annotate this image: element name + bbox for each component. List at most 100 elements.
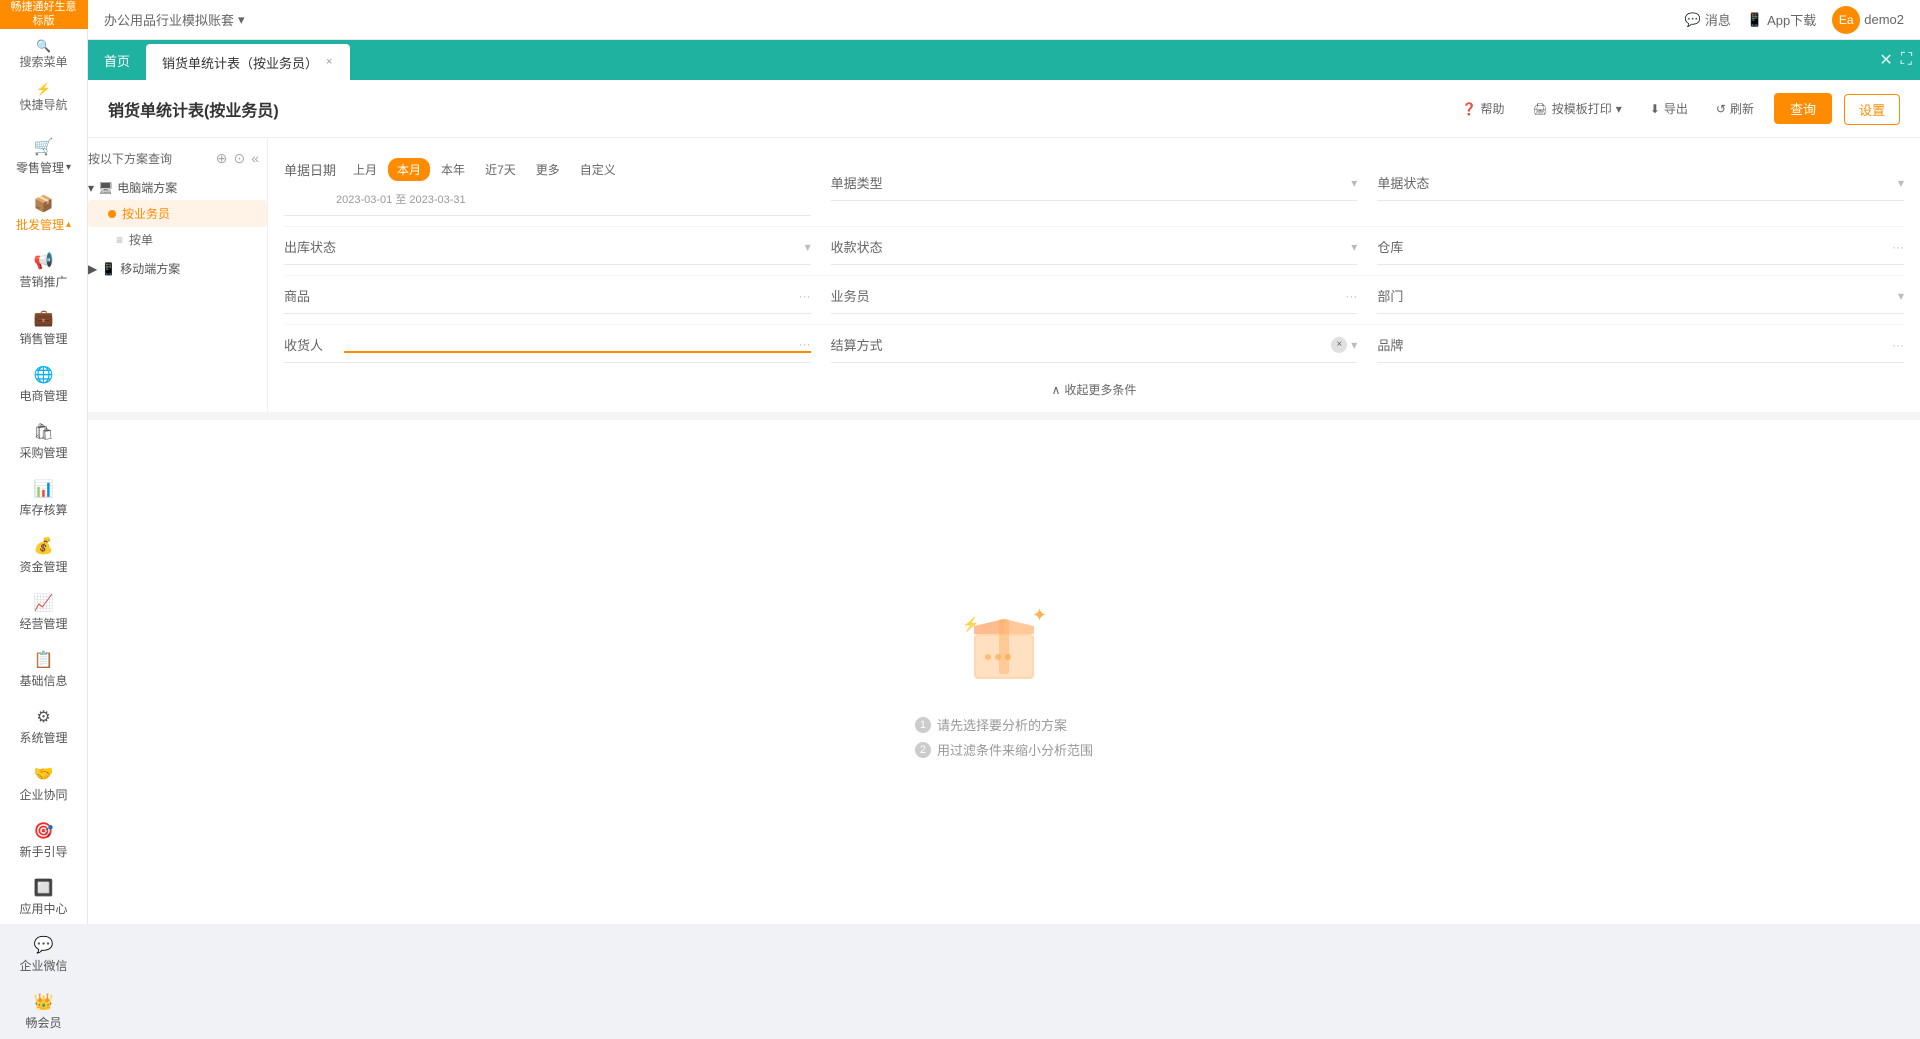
sidebar-marketing-label: 营销推广 bbox=[19, 273, 67, 290]
appstore-icon: 🔲 bbox=[34, 878, 54, 898]
collapse-filter-btn[interactable]: ∧ 收起更多条件 bbox=[1052, 375, 1137, 404]
message-label: 消息 bbox=[1705, 10, 1731, 29]
corpwx-icon: 💬 bbox=[34, 935, 54, 955]
settings-button[interactable]: 设置 bbox=[1844, 94, 1900, 125]
export-btn[interactable]: ⬇ 导出 bbox=[1642, 96, 1696, 121]
sidebar-item-wholesale[interactable]: 📦 批发管理 ▴ bbox=[0, 184, 87, 241]
goods-input[interactable]: ··· bbox=[344, 289, 811, 303]
app-download-btn[interactable]: 📱 App下载 bbox=[1747, 10, 1816, 29]
date-btn-last-month[interactable]: 上月 bbox=[344, 158, 386, 181]
scheme-item-by-order[interactable]: ≡ 按单 bbox=[88, 227, 267, 252]
doc-type-label: 单据类型 bbox=[831, 173, 883, 192]
scheme-mobile-group-title[interactable]: ▶ 📱 移动端方案 bbox=[88, 256, 267, 281]
goods-dots[interactable]: ··· bbox=[799, 289, 811, 303]
out-status-input[interactable]: ▾ bbox=[344, 240, 811, 254]
date-btn-more[interactable]: 更多 bbox=[527, 158, 569, 181]
user-profile[interactable]: Ea demo2 bbox=[1832, 6, 1904, 34]
sidebar-item-retail[interactable]: 🛒 零售管理 ▾ bbox=[0, 127, 87, 184]
warehouse-label: 仓库 bbox=[1377, 237, 1429, 256]
receiver-dots[interactable]: ··· bbox=[799, 337, 811, 351]
tab-close-all-icon[interactable]: ✕ bbox=[1879, 50, 1892, 70]
topbar-right: 💬 消息 📱 App下载 Ea demo2 bbox=[1685, 6, 1904, 34]
sidebar-item-appstore[interactable]: 🔲 应用中心 bbox=[0, 868, 87, 925]
avatar-text: Ea bbox=[1839, 13, 1854, 27]
sidebar-item-system[interactable]: ⚙ 系统管理 bbox=[0, 697, 87, 754]
settlement-input[interactable]: × ▾ bbox=[891, 337, 1358, 353]
sidebar-search-label: 搜索菜单 bbox=[19, 55, 67, 69]
filter-right: 单据日期 上月 本月 本年 近7天 更多 自定义 2023-03-01 至 20… bbox=[268, 138, 1920, 412]
scheme-settings-icon[interactable]: ⊙ bbox=[233, 150, 245, 167]
enterprise-icon: 🤝 bbox=[34, 764, 54, 784]
vip-icon: 👑 bbox=[34, 992, 54, 1012]
sidebar-item-marketing[interactable]: 📢 营销推广 bbox=[0, 241, 87, 298]
warehouse-input[interactable]: ··· bbox=[1437, 240, 1904, 254]
scheme-item-by-salesperson[interactable]: 按业务员 bbox=[88, 200, 267, 227]
sidebar-wholesale-label: 批发管理 bbox=[16, 216, 64, 233]
receiver-input[interactable]: ··· bbox=[344, 337, 811, 353]
tab-maximize-icon[interactable]: ⛶ bbox=[1901, 51, 1912, 69]
sidebar-operation-label: 经营管理 bbox=[19, 615, 67, 632]
sidebar-vip-label: 畅会员 bbox=[25, 1014, 61, 1031]
sidebar-item-finance[interactable]: 💰 资金管理 bbox=[0, 526, 87, 583]
tab-home[interactable]: 首页 bbox=[88, 40, 146, 80]
sidebar-item-basic[interactable]: 📋 基础信息 bbox=[0, 640, 87, 697]
sidebar-item-operation[interactable]: 📈 经营管理 bbox=[0, 583, 87, 640]
out-status-dropdown-icon[interactable]: ▾ bbox=[805, 240, 811, 254]
tab-sales-stats[interactable]: 销货单统计表（按业务员） × bbox=[146, 44, 350, 80]
sidebar-item-inventory[interactable]: 📊 库存核算 bbox=[0, 469, 87, 526]
sidebar-search[interactable]: 🔍 搜索菜单 bbox=[0, 29, 87, 76]
date-btn-this-year[interactable]: 本年 bbox=[432, 158, 474, 181]
department-input[interactable]: ▾ bbox=[1437, 289, 1904, 303]
settlement-dropdown-icon[interactable]: ▾ bbox=[1351, 338, 1357, 352]
help-btn[interactable]: ❓ 帮助 bbox=[1454, 96, 1513, 121]
sidebar-quick-nav[interactable]: ⚡ 快捷导航 bbox=[0, 76, 87, 119]
pay-status-dropdown-icon[interactable]: ▾ bbox=[1351, 240, 1357, 254]
sales-icon: 💼 bbox=[34, 308, 54, 328]
date-btn-7days[interactable]: 近7天 bbox=[476, 158, 525, 181]
user-avatar: Ea bbox=[1832, 6, 1860, 34]
sidebar-item-newbie[interactable]: 🎯 新手引导 bbox=[0, 811, 87, 868]
message-btn[interactable]: 💬 消息 bbox=[1685, 10, 1731, 29]
sidebar-item-corpwx[interactable]: 💬 企业微信 bbox=[0, 925, 87, 982]
sidebar-item-purchase[interactable]: 🛍 采购管理 bbox=[0, 412, 87, 469]
refresh-btn[interactable]: ↺ 刷新 bbox=[1708, 96, 1762, 121]
scheme-header-icons: ⊕ ⊙ « bbox=[216, 150, 259, 167]
sidebar-item-vip[interactable]: 👑 畅会员 bbox=[0, 982, 87, 1039]
doc-type-dropdown-icon[interactable]: ▾ bbox=[1351, 176, 1357, 190]
message-icon: 💬 bbox=[1685, 12, 1701, 28]
quick-nav-icon: ⚡ bbox=[0, 82, 87, 96]
sidebar-finance-label: 资金管理 bbox=[19, 558, 67, 575]
mobile-icon: 📱 bbox=[1747, 12, 1763, 28]
sidebar-item-ecommerce[interactable]: 🌐 电商管理 bbox=[0, 355, 87, 412]
module-selector[interactable]: 办公用品行业模拟账套 ▾ bbox=[104, 10, 245, 29]
salesperson-input[interactable]: ··· bbox=[891, 289, 1358, 303]
scheme-pc-group-title[interactable]: ▾ 🖥 电脑端方案 bbox=[88, 175, 267, 200]
salesperson-dots[interactable]: ··· bbox=[1345, 289, 1357, 303]
department-label: 部门 bbox=[1377, 286, 1429, 305]
tab-close-icon[interactable]: × bbox=[324, 56, 334, 68]
warehouse-dots[interactable]: ··· bbox=[1892, 240, 1904, 254]
pay-status-input[interactable]: ▾ bbox=[891, 240, 1358, 254]
goods-label: 商品 bbox=[284, 286, 336, 305]
mobile-group-expand-icon: ▶ bbox=[88, 262, 97, 276]
sidebar-item-enterprise[interactable]: 🤝 企业协同 bbox=[0, 754, 87, 811]
doc-status-dropdown-icon[interactable]: ▾ bbox=[1898, 176, 1904, 190]
scheme-add-icon[interactable]: ⊕ bbox=[216, 150, 228, 167]
department-dropdown-icon[interactable]: ▾ bbox=[1898, 289, 1904, 303]
doc-type-input[interactable]: ▾ bbox=[891, 176, 1358, 190]
sidebar-basic-label: 基础信息 bbox=[19, 672, 67, 689]
query-button[interactable]: 查询 bbox=[1774, 93, 1832, 124]
settlement-clear-icon[interactable]: × bbox=[1331, 337, 1347, 353]
brand-dots[interactable]: ··· bbox=[1892, 338, 1904, 352]
sidebar-quick-label: 快捷导航 bbox=[19, 98, 67, 112]
date-btn-custom[interactable]: 自定义 bbox=[571, 158, 625, 181]
scheme-by-order-label: 按单 bbox=[129, 231, 153, 248]
sidebar-item-sales[interactable]: 💼 销售管理 bbox=[0, 298, 87, 355]
scheme-collapse-icon[interactable]: « bbox=[251, 150, 259, 167]
doc-status-input[interactable]: ▾ bbox=[1437, 176, 1904, 190]
marketing-icon: 📢 bbox=[34, 251, 54, 271]
brand-input[interactable]: ··· bbox=[1437, 338, 1904, 352]
empty-hints: 请先选择要分析的方案 用过滤条件来缩小分析范围 bbox=[915, 715, 1093, 765]
print-btn[interactable]: 🖨 按模板打印 ▾ bbox=[1525, 96, 1630, 121]
date-btn-this-month[interactable]: 本月 bbox=[388, 158, 430, 181]
